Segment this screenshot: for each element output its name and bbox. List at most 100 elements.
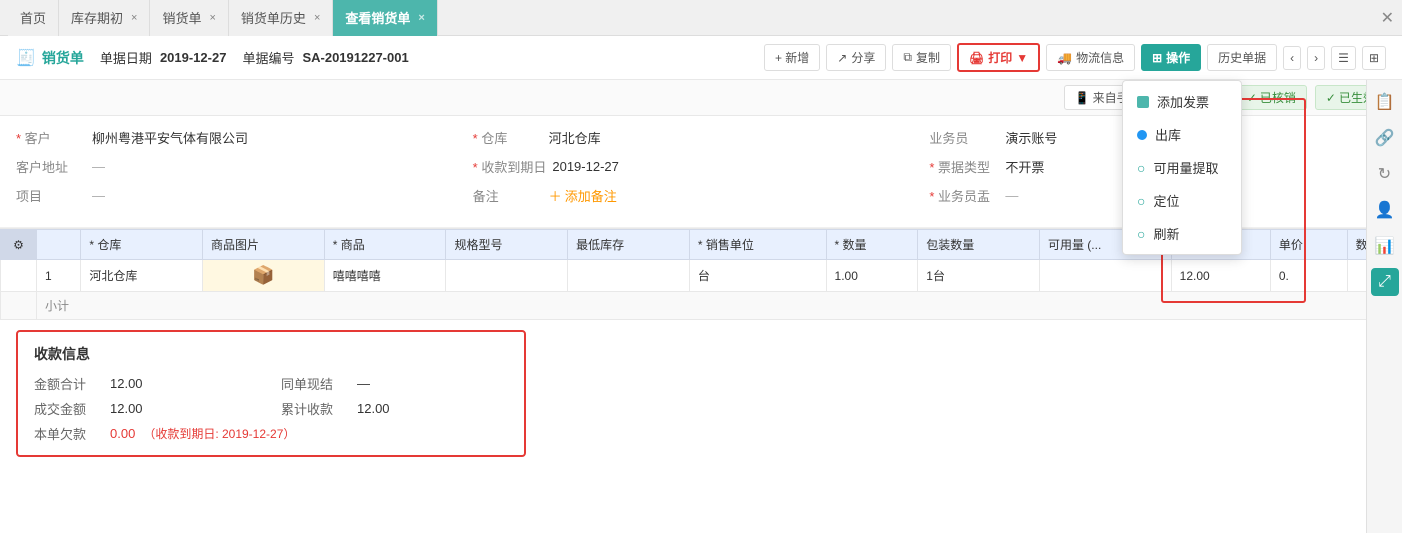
payment-deal-label: 成交金额 <box>34 399 102 418</box>
tab-view-sales-close[interactable]: × <box>418 12 424 24</box>
staff-value: 演示账号 <box>1005 128 1057 147</box>
col-price: 单价 <box>1270 230 1347 260</box>
due-date-value: 2019-12-27 <box>552 159 619 174</box>
col-qty: * 数量 <box>826 230 918 260</box>
subtotal-label-cell: 小计 <box>37 292 1402 320</box>
layout-grid-button[interactable]: ⊞ <box>1362 46 1386 70</box>
sidebar-link-icon[interactable]: 🔗 <box>1371 124 1399 152</box>
next-button[interactable]: › <box>1307 46 1325 70</box>
cell-price: 0. <box>1270 260 1347 292</box>
payment-same-order-label: 同单现结 <box>281 374 349 393</box>
history-button-label: 历史单据 <box>1218 49 1266 66</box>
tab-sales-history[interactable]: 销货单历史 × <box>229 0 333 36</box>
col-unit: * 销售单位 <box>689 230 826 260</box>
tab-view-sales-label: 查看销货单 <box>345 8 410 27</box>
warehouse-value: 河北仓库 <box>549 128 601 147</box>
tab-inventory-init-label: 库存期初 <box>71 8 123 27</box>
prev-button[interactable]: ‹ <box>1283 46 1301 70</box>
confirmed-button[interactable]: ✓ 已核销 <box>1236 85 1307 110</box>
outbound-label: 出库 <box>1155 125 1181 144</box>
cell-unit: 台 <box>689 260 826 292</box>
cell-image: 📦 <box>203 260 325 292</box>
print-button[interactable]: 🖨 打印 ▼ <box>957 43 1040 72</box>
dropdown-available-qty[interactable]: ○ 可用量提取 <box>1123 151 1241 184</box>
logistics-icon: 🚚 <box>1057 51 1072 65</box>
subtotal-settings-cell <box>1 292 37 320</box>
copy-button[interactable]: ⧉ 复制 <box>892 44 951 71</box>
invoice-type-value: 不开票 <box>1005 157 1044 176</box>
doc-number-label: 单据编号 <box>242 48 294 67</box>
table-row: 1 河北仓库 📦 嘻嘻嘻嘻 台 1.00 1台 12.00 0. <box>1 260 1402 292</box>
staff-label: 业务员 <box>929 128 999 147</box>
tab-home-label: 首页 <box>20 8 46 27</box>
add-note-icon: ＋ <box>549 186 562 205</box>
col-seq <box>37 230 81 260</box>
tab-sales-order-close[interactable]: × <box>209 12 215 24</box>
print-icon: 🖨 <box>969 51 984 65</box>
cell-min-stock <box>568 260 690 292</box>
history-button[interactable]: 历史单据 <box>1207 44 1277 71</box>
sidebar-chart-icon[interactable]: 📊 <box>1371 232 1399 260</box>
tab-view-sales[interactable]: 查看销货单 × <box>333 0 437 36</box>
operate-button[interactable]: ⊞ 操作 <box>1141 44 1201 71</box>
add-note-button[interactable]: ＋ 添加备注 <box>549 186 617 205</box>
add-invoice-icon <box>1137 96 1149 108</box>
copy-button-label: 复制 <box>916 49 940 66</box>
sidebar-sync-icon[interactable]: ↻ <box>1371 160 1399 188</box>
operate-grid-icon: ⊞ <box>1152 51 1162 65</box>
sidebar-preview-icon[interactable]: 📋 <box>1371 88 1399 116</box>
logistics-button[interactable]: 🚚 物流信息 <box>1046 44 1135 71</box>
payment-cumulative-row: 累计收款 12.00 <box>281 399 508 418</box>
payment-same-order-value: — <box>357 376 370 391</box>
new-button[interactable]: + 新增 <box>764 44 820 71</box>
customer-value: 柳州粤港平安气体有限公司 <box>92 128 248 147</box>
col-warehouse: * 仓库 <box>81 230 203 260</box>
dropdown-outbound[interactable]: 出库 <box>1123 118 1241 151</box>
doc-title-text: 销货单 <box>42 48 84 68</box>
share-button[interactable]: ↗ 分享 <box>826 44 886 71</box>
project-value: — <box>92 188 105 203</box>
tab-sales-history-close[interactable]: × <box>314 12 320 24</box>
print-dropdown-icon: ▼ <box>1016 51 1028 65</box>
layout-list-button[interactable]: ☰ <box>1331 46 1356 70</box>
col-pack-qty: 包装数量 <box>918 230 1040 260</box>
right-sidebar: 📋 🔗 ↻ 👤 📊 ⤢ <box>1366 80 1402 533</box>
cell-pack-qty: 1台 <box>918 260 1040 292</box>
payment-deal-value: 12.00 <box>110 401 143 416</box>
available-qty-label: 可用量提取 <box>1153 158 1218 177</box>
confirmed-icon: ✓ <box>1247 91 1257 105</box>
cell-product: 嘻嘻嘻嘻 <box>324 260 446 292</box>
cell-stock: 12.00 <box>1171 260 1270 292</box>
phone-icon: 📱 <box>1075 91 1090 105</box>
tab-bar: 首页 库存期初 × 销货单 × 销货单历史 × 查看销货单 × ✕ <box>0 0 1402 36</box>
col-spec: 规格型号 <box>446 230 568 260</box>
dropdown-locate[interactable]: ○ 定位 <box>1123 184 1241 217</box>
sidebar-user-icon[interactable]: 👤 <box>1371 196 1399 224</box>
payment-due-note: （收款到期日: 2019-12-27） <box>143 425 295 442</box>
payment-cumulative-label: 累计收款 <box>281 399 349 418</box>
locate-label: 定位 <box>1153 191 1179 210</box>
invoice-type-label: 票据类型 <box>929 157 999 176</box>
tab-inventory-init-close[interactable]: × <box>131 12 137 24</box>
payment-cumulative-value: 12.00 <box>357 401 390 416</box>
sidebar-expand-icon[interactable]: ⤢ <box>1371 268 1399 296</box>
share-button-label: 分享 <box>851 49 875 66</box>
dropdown-refresh[interactable]: ○ 刷新 <box>1123 217 1241 250</box>
doc-date-section: 单据日期 2019-12-27 <box>100 48 227 67</box>
window-close-button[interactable]: ✕ <box>1381 8 1394 28</box>
tab-home[interactable]: 首页 <box>8 0 59 36</box>
tab-sales-order[interactable]: 销货单 × <box>150 0 228 36</box>
new-button-label: + 新增 <box>775 49 809 66</box>
due-date-label: 收款到期日 <box>473 157 547 176</box>
dropdown-add-invoice[interactable]: 添加发票 <box>1123 85 1241 118</box>
share-icon: ↗ <box>837 51 847 65</box>
add-invoice-label: 添加发票 <box>1157 92 1209 111</box>
customer-label: 客户 <box>16 128 86 147</box>
cell-seq: 1 <box>37 260 81 292</box>
tab-inventory-init[interactable]: 库存期初 × <box>59 0 150 36</box>
col-image: 商品图片 <box>203 230 325 260</box>
payment-total-row: 金额合计 12.00 <box>34 374 261 393</box>
confirmed-label: 已核销 <box>1260 89 1296 106</box>
sales-staff-label: 业务员盂 <box>929 186 999 205</box>
col-settings[interactable]: ⚙ <box>1 230 37 260</box>
